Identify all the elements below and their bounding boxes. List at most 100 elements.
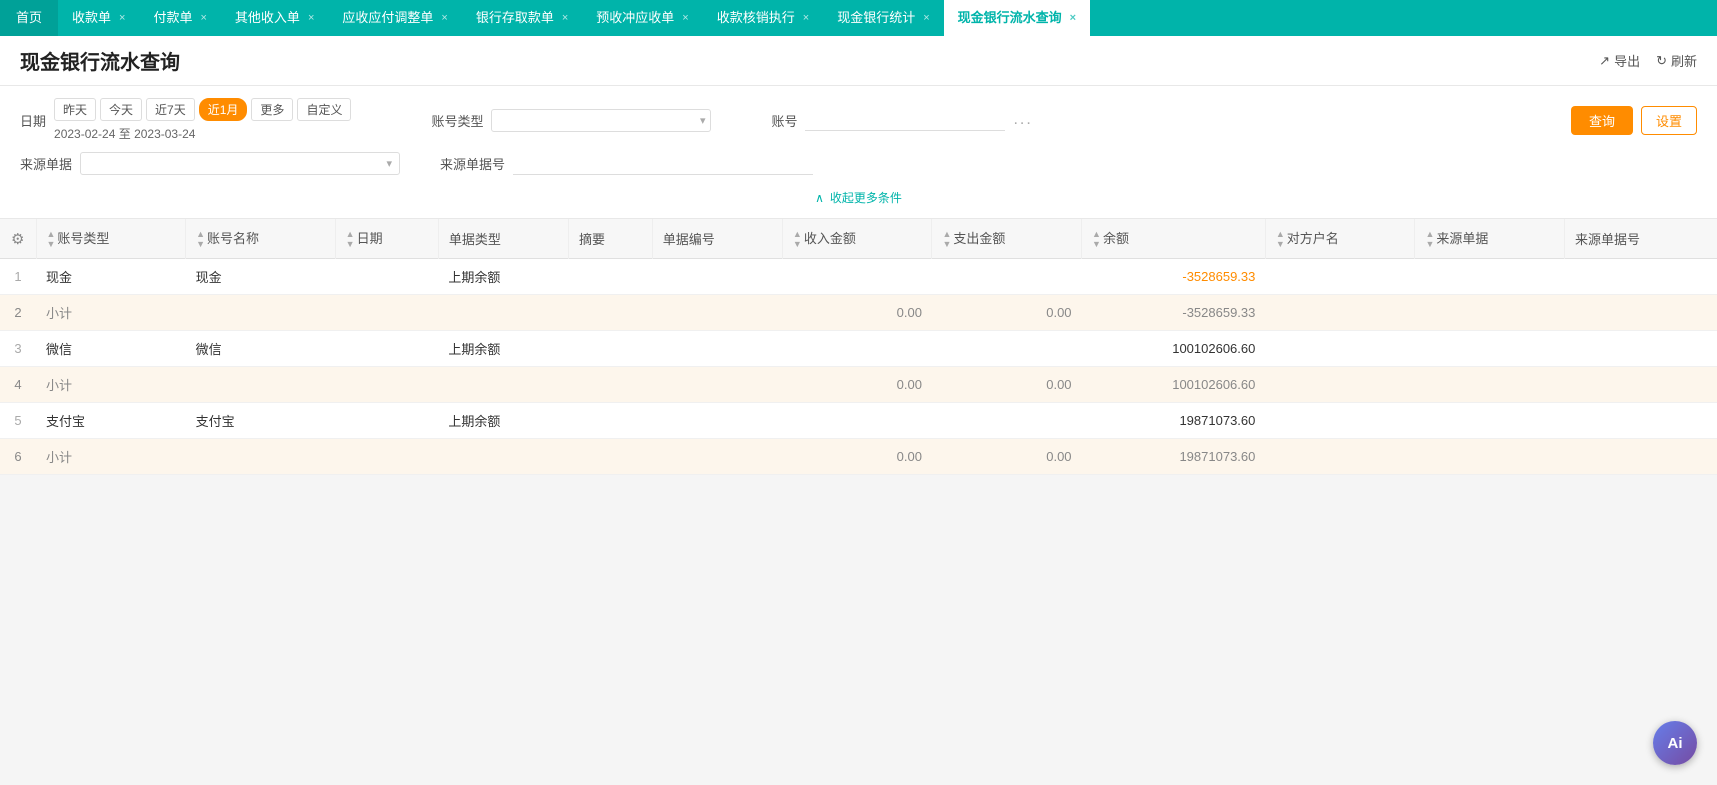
nav-tab-shoukuan[interactable]: 收款单 × (58, 0, 139, 36)
date-range-display: 2023-02-24 至 2023-03-24 (54, 125, 351, 142)
cell-income: 0.00 (782, 295, 932, 331)
nav-tab-qita-label: 其他收入单 (235, 0, 300, 36)
cell-balance: -3528659.33 (1082, 295, 1266, 331)
date-btn-today[interactable]: 今天 (100, 98, 142, 121)
cell-expense: 0.00 (932, 439, 1082, 475)
cell-doc-type (438, 367, 568, 403)
cell-income (782, 403, 932, 439)
nav-tab-qita-close[interactable]: × (308, 0, 314, 36)
cell-counterpart (1265, 295, 1415, 331)
col-gear[interactable]: ⚙ (0, 219, 36, 259)
cell-doc-number (652, 295, 782, 331)
date-btn-yesterday[interactable]: 昨天 (54, 98, 96, 121)
cell-account-name (186, 439, 336, 475)
col-counterpart[interactable]: ▲▼对方户名 (1265, 219, 1415, 259)
col-balance[interactable]: ▲▼余额 (1082, 219, 1266, 259)
cell-doc-number (652, 403, 782, 439)
ai-assistant-button[interactable]: Ai (1653, 721, 1697, 765)
col-date[interactable]: ▲▼日期 (335, 219, 438, 259)
cell-expense: 0.00 (932, 367, 1082, 403)
nav-tab-fukuan[interactable]: 付款单 × (139, 0, 220, 36)
date-btn-1month[interactable]: 近1月 (199, 98, 248, 121)
sort-account-type-icon: ▲▼ (47, 230, 56, 249)
col-source-doc-num: 来源单据号 (1565, 219, 1717, 259)
nav-tab-liushui-close[interactable]: × (1070, 0, 1076, 36)
cell-account-name (186, 367, 336, 403)
data-table: ⚙ ▲▼账号类型 ▲▼账号名称 ▲▼日期 单据类型 摘要 单据编号 ▲▼收入金额 (0, 219, 1717, 475)
nav-tab-liushui[interactable]: 现金银行流水查询 × (944, 0, 1090, 36)
cell-date (335, 403, 438, 439)
col-account-type[interactable]: ▲▼账号类型 (36, 219, 186, 259)
cell-doc-number (652, 259, 782, 295)
cell-num: 1 (0, 259, 36, 295)
cell-expense: 0.00 (932, 295, 1082, 331)
nav-tab-shoukuan-close[interactable]: × (119, 0, 125, 36)
date-btn-more[interactable]: 更多 (251, 98, 293, 121)
cell-source-doc (1415, 367, 1565, 403)
table-row: 6 小计 0.00 0.00 19871073.60 (0, 439, 1717, 475)
cell-summary (569, 259, 653, 295)
cell-doc-type: 上期余额 (438, 403, 568, 439)
nav-tab-hexiao-label: 收款核销执行 (717, 0, 795, 36)
cell-source-doc (1415, 331, 1565, 367)
nav-tab-yinhang-label: 银行存取款单 (476, 0, 554, 36)
nav-tab-yushou[interactable]: 预收冲应收单 × (582, 0, 702, 36)
nav-tab-tongji[interactable]: 现金银行统计 × (823, 0, 943, 36)
col-expense[interactable]: ▲▼支出金额 (932, 219, 1082, 259)
settings-button[interactable]: 设置 (1641, 106, 1697, 135)
cell-account-type: 小计 (36, 367, 186, 403)
collapse-bar[interactable]: ∧ 收起更多条件 (20, 185, 1697, 210)
table-header-row: ⚙ ▲▼账号类型 ▲▼账号名称 ▲▼日期 单据类型 摘要 单据编号 ▲▼收入金额 (0, 219, 1717, 259)
cell-source-doc-num (1565, 259, 1717, 295)
sort-counterpart-icon: ▲▼ (1276, 230, 1285, 249)
col-income[interactable]: ▲▼收入金额 (782, 219, 932, 259)
nav-tab-fukuan-close[interactable]: × (200, 0, 206, 36)
nav-home[interactable]: 首页 (0, 0, 58, 36)
date-btn-custom[interactable]: 自定义 (297, 98, 351, 121)
table-body: 1 现金 现金 上期余额 -3528659.33 2 小计 0.00 0.00 … (0, 259, 1717, 475)
query-button[interactable]: 查询 (1571, 106, 1633, 135)
source-doc-num-input[interactable] (513, 153, 813, 175)
cell-doc-number (652, 367, 782, 403)
source-doc-select[interactable] (80, 152, 400, 175)
nav-tab-hexiao-close[interactable]: × (803, 0, 809, 36)
account-type-select[interactable] (491, 109, 711, 132)
gear-icon[interactable]: ⚙ (11, 231, 24, 248)
date-label: 日期 (20, 111, 46, 130)
export-button[interactable]: ↗ 导出 (1599, 51, 1640, 70)
cell-source-doc-num (1565, 331, 1717, 367)
nav-tab-yushou-close[interactable]: × (682, 0, 688, 36)
export-label: 导出 (1614, 51, 1640, 70)
cell-date (335, 295, 438, 331)
cell-source-doc (1415, 403, 1565, 439)
account-input[interactable] (805, 109, 1005, 131)
nav-tab-hexiao[interactable]: 收款核销执行 × (703, 0, 823, 36)
account-more-dots[interactable]: ... (1013, 111, 1032, 129)
collapse-label: 收起更多条件 (830, 189, 902, 206)
nav-tab-tongji-close[interactable]: × (923, 0, 929, 36)
header-actions: ↗ 导出 ↻ 刷新 (1599, 51, 1697, 70)
date-btn-7days[interactable]: 近7天 (146, 98, 195, 121)
nav-tab-yingshouying-close[interactable]: × (441, 0, 447, 36)
nav-tab-yushou-label: 预收冲应收单 (596, 0, 674, 36)
cell-account-name: 现金 (186, 259, 336, 295)
table-row: 3 微信 微信 上期余额 100102606.60 (0, 331, 1717, 367)
nav-tab-liushui-label: 现金银行流水查询 (958, 0, 1062, 36)
refresh-button[interactable]: ↻ 刷新 (1656, 51, 1697, 70)
col-doc-number: 单据编号 (652, 219, 782, 259)
cell-num: 6 (0, 439, 36, 475)
nav-tab-qita[interactable]: 其他收入单 × (221, 0, 328, 36)
table-row: 4 小计 0.00 0.00 100102606.60 (0, 367, 1717, 403)
cell-source-doc-num (1565, 439, 1717, 475)
col-account-name[interactable]: ▲▼账号名称 (186, 219, 336, 259)
cell-source-doc-num (1565, 367, 1717, 403)
cell-date (335, 331, 438, 367)
cell-account-type: 小计 (36, 295, 186, 331)
sort-date-icon: ▲▼ (346, 230, 355, 249)
nav-tab-yinhang[interactable]: 银行存取款单 × (462, 0, 582, 36)
cell-date (335, 259, 438, 295)
nav-tab-yinhang-close[interactable]: × (562, 0, 568, 36)
col-source-doc[interactable]: ▲▼来源单据 (1415, 219, 1565, 259)
cell-expense (932, 403, 1082, 439)
nav-tab-yingshouying[interactable]: 应收应付调整单 × (328, 0, 461, 36)
